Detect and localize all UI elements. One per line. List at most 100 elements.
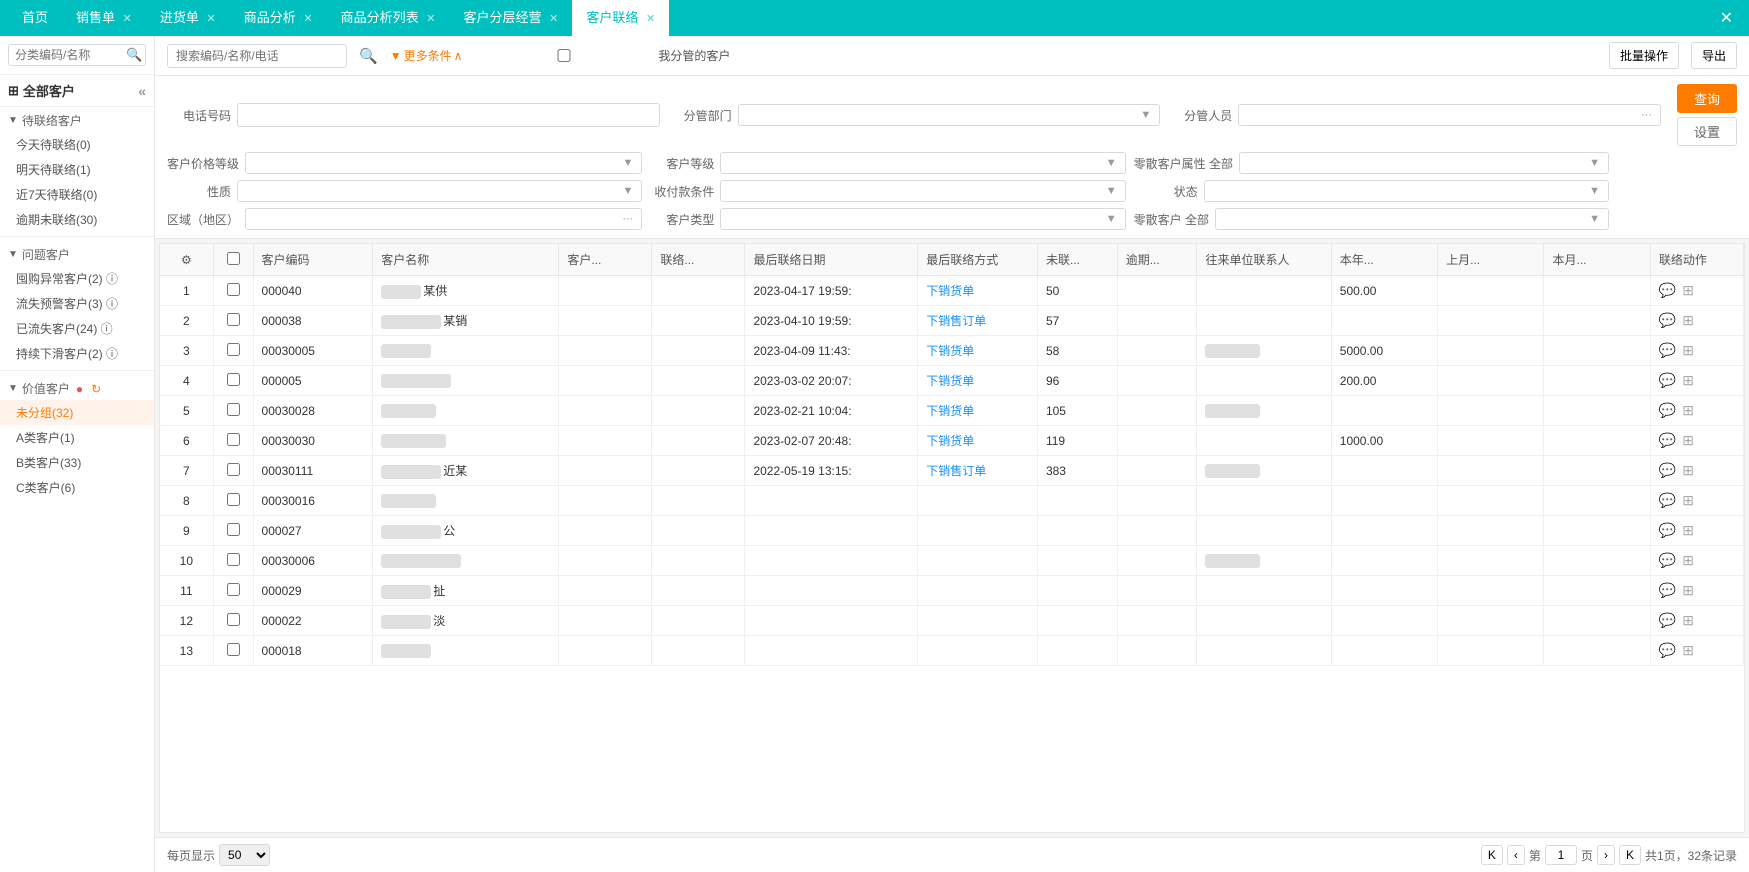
row-check[interactable] [213,366,253,396]
row-lastway[interactable] [918,516,1038,546]
row-check[interactable] [213,576,253,606]
sidebar-item-tomorrow[interactable]: 明天待联络(1) [0,157,154,182]
pager-next-btn[interactable]: › [1597,845,1615,865]
action-more-icon[interactable]: ⊞ [1682,552,1694,569]
row-lastway[interactable]: 下销货单 [918,366,1038,396]
action-call-icon[interactable]: 💬 [1659,432,1676,449]
action-call-icon[interactable]: 💬 [1659,282,1676,299]
action-more-icon[interactable]: ⊞ [1682,462,1694,479]
sidebar-item-today[interactable]: 今天待联络(0) [0,132,154,157]
action-call-icon[interactable]: 💬 [1659,582,1676,599]
more-conditions-btn[interactable]: ▼ 更多条件 ∧ [390,47,463,64]
sidebar-item-lost[interactable]: 已流失客户(24) ⓘ [0,316,154,341]
action-call-icon[interactable]: 💬 [1659,642,1676,659]
action-more-icon[interactable]: ⊞ [1682,312,1694,329]
row-name[interactable] [373,336,559,366]
nav-sales[interactable]: 销售单 ✕ [62,0,146,36]
close-customer-contact-icon[interactable]: ✕ [646,13,655,25]
action-more-icon[interactable]: ⊞ [1682,582,1694,599]
row-lastway[interactable] [918,486,1038,516]
sidebar-item-a-class[interactable]: A类客户(1) [0,425,154,450]
search-btn[interactable]: 🔍 [359,47,378,65]
row-check[interactable] [213,276,253,306]
close-sales-icon[interactable]: ✕ [123,13,132,25]
row-name[interactable] [373,366,559,396]
row-name[interactable]: 扯 [373,576,559,606]
close-customer-segment-icon[interactable]: ✕ [549,13,558,25]
filter-select-customer-level[interactable]: ▼ [720,152,1125,174]
select-all-check[interactable] [227,252,240,265]
row-lastway[interactable]: 下销售订单 [918,306,1038,336]
action-more-icon[interactable]: ⊞ [1682,342,1694,359]
nav-home[interactable]: 首页 [8,0,62,36]
filter-select-price-level[interactable]: ▼ [245,152,642,174]
sidebar-group-problem[interactable]: ▼ 问题客户 [0,241,154,266]
my-customers-check[interactable] [474,49,654,62]
row-check[interactable] [213,306,253,336]
row-lastway[interactable]: 下销货单 [918,426,1038,456]
sidebar-item-abnormal[interactable]: 囤购异常客户(2) ⓘ [0,266,154,291]
close-product-analysis-list-icon[interactable]: ✕ [426,13,435,25]
col-check[interactable] [213,244,253,276]
reset-btn[interactable]: 设置 [1677,117,1737,146]
row-name[interactable] [373,486,559,516]
row-lastway[interactable] [918,606,1038,636]
filter-select-customer-type[interactable]: ▼ [720,208,1125,230]
row-name[interactable]: 某供 [373,276,559,306]
row-check[interactable] [213,396,253,426]
page-size-select[interactable]: 20 50 100 [219,844,270,866]
nav-product-analysis[interactable]: 商品分析 ✕ [230,0,327,36]
sidebar-item-b-class[interactable]: B类客户(33) [0,450,154,475]
action-call-icon[interactable]: 💬 [1659,342,1676,359]
action-call-icon[interactable]: 💬 [1659,372,1676,389]
action-more-icon[interactable]: ⊞ [1682,612,1694,629]
batch-op-btn[interactable]: 批量操作 [1609,42,1679,69]
sidebar-search-icon[interactable]: 🔍 [126,47,142,63]
filter-select-payment[interactable]: ▼ [720,180,1125,202]
close-product-analysis-icon[interactable]: ✕ [303,13,312,25]
nav-purchase[interactable]: 进货单 ✕ [146,0,230,36]
export-btn[interactable]: 导出 [1691,42,1737,69]
action-call-icon[interactable]: 💬 [1659,402,1676,419]
action-call-icon[interactable]: 💬 [1659,522,1676,539]
sidebar-item-ungraded[interactable]: 未分组(32) [0,400,154,425]
row-lastway[interactable] [918,576,1038,606]
action-call-icon[interactable]: 💬 [1659,612,1676,629]
row-check[interactable] [213,546,253,576]
close-purchase-icon[interactable]: ✕ [207,13,216,25]
my-customers-checkbox[interactable]: 我分管的客户 [474,47,730,64]
row-lastway[interactable]: 下销货单 [918,276,1038,306]
row-check[interactable] [213,456,253,486]
nav-customer-contact[interactable]: 客户联络 ✕ [572,0,669,36]
filter-select-retail-attr[interactable]: ▼ [1239,152,1609,174]
action-call-icon[interactable]: 💬 [1659,552,1676,569]
row-name[interactable]: 某销 [373,306,559,336]
action-more-icon[interactable]: ⊞ [1682,432,1694,449]
action-call-icon[interactable]: 💬 [1659,462,1676,479]
row-lastway[interactable] [918,636,1038,666]
action-more-icon[interactable]: ⊞ [1682,282,1694,299]
row-check[interactable] [213,486,253,516]
sidebar-group-value[interactable]: ▼ 价值客户 ● ↻ [0,375,154,400]
row-check[interactable] [213,426,253,456]
filter-select-region[interactable]: ··· [245,208,642,230]
filter-select-status[interactable]: ▼ [1204,180,1609,202]
refresh-icon[interactable]: ↻ [91,382,101,396]
row-check[interactable] [213,516,253,546]
action-more-icon[interactable]: ⊞ [1682,492,1694,509]
col-settings[interactable]: ⚙ [160,244,213,276]
row-lastway[interactable]: 下销售订单 [918,456,1038,486]
filter-select-dept[interactable]: ▼ [738,104,1161,126]
row-name[interactable]: 近某 [373,456,559,486]
row-name[interactable] [373,636,559,666]
sidebar-item-overdue[interactable]: 逾期未联络(30) [0,207,154,232]
action-call-icon[interactable]: 💬 [1659,312,1676,329]
pager-page-input[interactable] [1545,845,1577,865]
sidebar-item-inactive[interactable]: 持续下滑客户(2) ⓘ [0,341,154,366]
row-lastway[interactable]: 下销货单 [918,336,1038,366]
action-more-icon[interactable]: ⊞ [1682,522,1694,539]
nav-product-analysis-list[interactable]: 商品分析列表 ✕ [327,0,450,36]
action-more-icon[interactable]: ⊞ [1682,642,1694,659]
sidebar-collapse-btn[interactable]: « [138,83,146,99]
pager-last-btn[interactable]: K [1619,845,1641,865]
